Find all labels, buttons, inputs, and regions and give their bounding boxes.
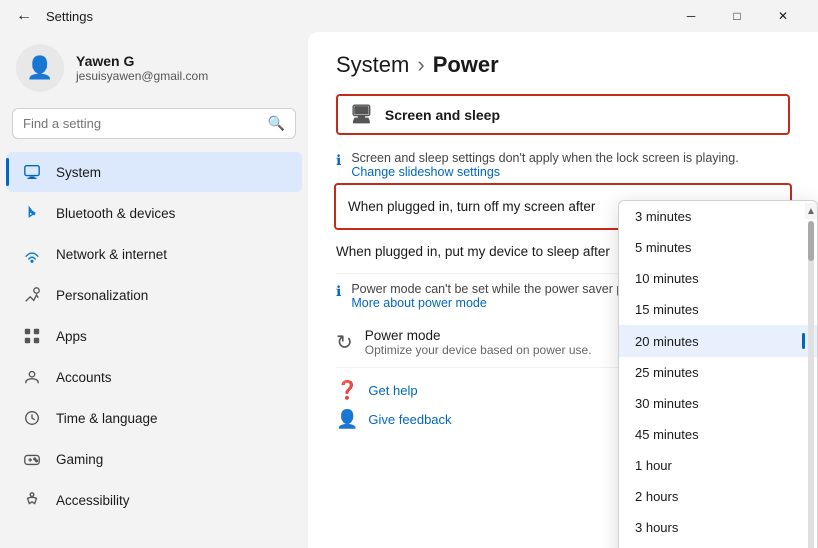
breadcrumb-separator: › xyxy=(417,52,424,78)
sidebar-item-accounts[interactable]: Accounts xyxy=(6,357,302,397)
dropdown-item-15min[interactable]: 15 minutes xyxy=(619,294,817,325)
dropdown-item-1hr[interactable]: 1 hour xyxy=(619,450,817,481)
dropdown-item-10min-label: 10 minutes xyxy=(635,271,699,286)
info-banner: ℹ Screen and sleep settings don't apply … xyxy=(336,143,790,183)
dropdown-item-20min[interactable]: 20 minutes xyxy=(619,325,817,357)
title-bar-left: ← Settings xyxy=(12,5,93,27)
info-icon: ℹ xyxy=(336,152,341,169)
sidebar-item-personalization[interactable]: Personalization xyxy=(6,275,302,315)
dropdown-item-4hr[interactable]: 4 hours xyxy=(619,543,817,548)
accessibility-icon xyxy=(22,490,42,510)
sidebar-item-network[interactable]: Network & internet xyxy=(6,234,302,274)
sidebar-item-apps[interactable]: Apps xyxy=(6,316,302,356)
nav-list: System Bluetooth & devices Network & int… xyxy=(0,151,308,540)
window-controls: ─ □ ✕ xyxy=(668,0,806,32)
network-icon xyxy=(22,244,42,264)
personalization-icon xyxy=(22,285,42,305)
power-icon: ↻ xyxy=(336,330,353,355)
give-feedback-label: Give feedback xyxy=(368,412,451,427)
time-dropdown[interactable]: 3 minutes 5 minutes 10 minutes 15 minute… xyxy=(618,200,818,548)
help-icon: ❓ xyxy=(336,380,358,401)
sidebar-item-gaming[interactable]: Gaming xyxy=(6,439,302,479)
back-button[interactable]: ← xyxy=(12,5,36,27)
scroll-thumb[interactable] xyxy=(808,221,814,261)
dropdown-scrollbar[interactable]: ▲ ▼ xyxy=(805,201,817,548)
sidebar-item-personalization-label: Personalization xyxy=(56,288,148,303)
minimize-button[interactable]: ─ xyxy=(668,0,714,32)
scroll-up-button[interactable]: ▲ xyxy=(805,203,817,219)
maximize-button[interactable]: □ xyxy=(714,0,760,32)
dropdown-item-5min[interactable]: 5 minutes xyxy=(619,232,817,263)
warning-icon: ℹ xyxy=(336,283,341,300)
title-bar: ← Settings ─ □ ✕ xyxy=(0,0,818,32)
dropdown-item-2hr-label: 2 hours xyxy=(635,489,678,504)
sidebar-item-bluetooth-label: Bluetooth & devices xyxy=(56,206,175,221)
sidebar-item-apps-label: Apps xyxy=(56,329,87,344)
content-area: System › Power 🖥 Screen and sleep ℹ Scre… xyxy=(308,32,818,548)
dropdown-item-30min[interactable]: 30 minutes xyxy=(619,388,817,419)
user-profile[interactable]: 👤 Yawen G jesuisyawen@gmail.com xyxy=(0,32,308,108)
dropdown-item-3min[interactable]: 3 minutes xyxy=(619,201,817,232)
user-info: Yawen G jesuisyawen@gmail.com xyxy=(76,53,208,83)
app-title: Settings xyxy=(46,9,93,24)
sidebar-item-time[interactable]: Time & language xyxy=(6,398,302,438)
breadcrumb-current: Power xyxy=(433,52,499,78)
sidebar-item-network-label: Network & internet xyxy=(56,247,167,262)
dropdown-item-5min-label: 5 minutes xyxy=(635,240,691,255)
dropdown-item-45min-label: 45 minutes xyxy=(635,427,699,442)
change-slideshow-link[interactable]: Change slideshow settings xyxy=(351,165,500,179)
sidebar-item-accessibility-label: Accessibility xyxy=(56,493,130,508)
screen-sleep-label: Screen and sleep xyxy=(385,107,500,123)
dropdown-item-25min-label: 25 minutes xyxy=(635,365,699,380)
info-text: Screen and sleep settings don't apply wh… xyxy=(351,151,738,179)
sidebar-item-system-label: System xyxy=(56,165,101,180)
dropdown-item-45min[interactable]: 45 minutes xyxy=(619,419,817,450)
dropdown-item-1hr-label: 1 hour xyxy=(635,458,672,473)
dropdown-item-3hr[interactable]: 3 hours xyxy=(619,512,817,543)
avatar: 👤 xyxy=(16,44,64,92)
system-icon xyxy=(22,162,42,182)
bluetooth-icon xyxy=(22,203,42,223)
dropdown-item-3hr-label: 3 hours xyxy=(635,520,678,535)
search-box[interactable]: 🔍 xyxy=(12,108,296,139)
content-header: System › Power xyxy=(308,32,818,94)
user-name: Yawen G xyxy=(76,53,208,69)
dropdown-item-3min-label: 3 minutes xyxy=(635,209,691,224)
app-body: 👤 Yawen G jesuisyawen@gmail.com 🔍 System xyxy=(0,32,818,548)
sidebar-item-system[interactable]: System xyxy=(6,152,302,192)
sidebar-item-time-label: Time & language xyxy=(56,411,158,426)
apps-icon xyxy=(22,326,42,346)
dropdown-item-15min-label: 15 minutes xyxy=(635,302,699,317)
feedback-icon: 👤 xyxy=(336,409,358,430)
sidebar-item-accounts-label: Accounts xyxy=(56,370,112,385)
power-mode-link[interactable]: More about power mode xyxy=(351,296,487,310)
sidebar: 👤 Yawen G jesuisyawen@gmail.com 🔍 System xyxy=(0,32,308,548)
scroll-track xyxy=(808,221,814,548)
time-icon xyxy=(22,408,42,428)
sidebar-item-bluetooth[interactable]: Bluetooth & devices xyxy=(6,193,302,233)
dropdown-item-20min-label: 20 minutes xyxy=(635,334,699,349)
sidebar-item-gaming-label: Gaming xyxy=(56,452,103,467)
search-icon: 🔍 xyxy=(268,115,285,132)
screen-sleep-header[interactable]: 🖥 Screen and sleep xyxy=(336,94,790,135)
close-button[interactable]: ✕ xyxy=(760,0,806,32)
breadcrumb-parent: System xyxy=(336,52,409,78)
screen-icon: 🖥 xyxy=(350,104,373,125)
get-help-label: Get help xyxy=(368,383,417,398)
dropdown-item-10min[interactable]: 10 minutes xyxy=(619,263,817,294)
accounts-icon xyxy=(22,367,42,387)
dropdown-item-30min-label: 30 minutes xyxy=(635,396,699,411)
dropdown-item-2hr[interactable]: 2 hours xyxy=(619,481,817,512)
breadcrumb: System › Power xyxy=(336,52,790,78)
sidebar-item-accessibility[interactable]: Accessibility xyxy=(6,480,302,520)
screen-off-label: When plugged in, turn off my screen afte… xyxy=(348,199,595,214)
search-input[interactable] xyxy=(23,116,260,131)
user-email: jesuisyawen@gmail.com xyxy=(76,69,208,83)
sleep-label: When plugged in, put my device to sleep … xyxy=(336,244,610,259)
dropdown-item-25min[interactable]: 25 minutes xyxy=(619,357,817,388)
gaming-icon xyxy=(22,449,42,469)
